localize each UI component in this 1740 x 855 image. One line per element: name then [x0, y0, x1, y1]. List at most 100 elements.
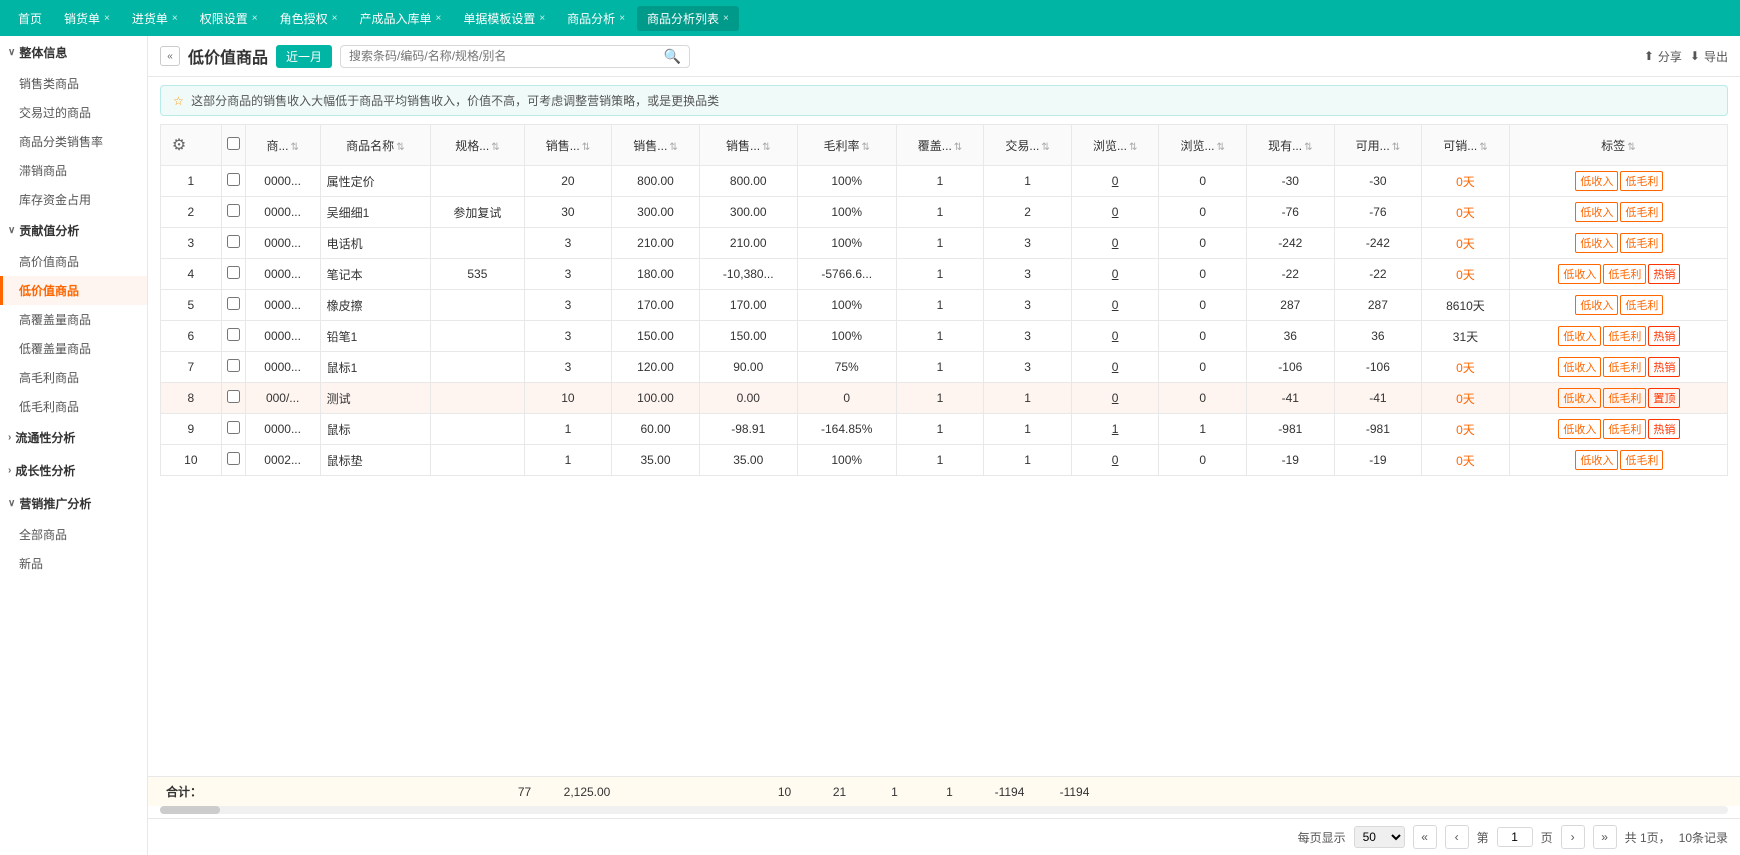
sidebar-group-contribution[interactable]: ∨ 贡献值分析: [0, 214, 147, 247]
sidebar-group-overall[interactable]: ∨ 整体信息: [0, 36, 147, 69]
col-available[interactable]: 可用...⇅: [1334, 125, 1422, 166]
col-spec[interactable]: 规格...⇅: [431, 125, 525, 166]
sidebar-item-slow-moving[interactable]: 滞销商品: [0, 156, 147, 185]
col-sale-price[interactable]: 销售...⇅: [612, 125, 700, 166]
view1-link[interactable]: 0: [1112, 267, 1119, 281]
col-name[interactable]: 商品名称⇅: [320, 125, 431, 166]
tag-badge: 低收入: [1575, 202, 1618, 222]
row-checkbox[interactable]: [227, 204, 240, 217]
nav-close-purchase[interactable]: ×: [172, 13, 178, 24]
row-view1[interactable]: 0: [1071, 445, 1159, 476]
row-checkbox[interactable]: [227, 297, 240, 310]
sidebar-item-low-value[interactable]: 低价值商品: [0, 276, 147, 305]
nav-goods-list[interactable]: 商品分析列表 ×: [637, 6, 739, 31]
search-input[interactable]: [349, 49, 660, 63]
col-view2[interactable]: 浏览...⇅: [1159, 125, 1247, 166]
col-margin[interactable]: 毛利率⇅: [797, 125, 896, 166]
col-current[interactable]: 现有...⇅: [1247, 125, 1335, 166]
nav-close-template[interactable]: ×: [539, 13, 545, 24]
view1-link[interactable]: 0: [1112, 205, 1119, 219]
per-page-select[interactable]: 50 10 20 100: [1354, 826, 1405, 848]
view1-link[interactable]: 0: [1112, 174, 1119, 188]
nav-home[interactable]: 首页: [8, 6, 52, 31]
row-view1[interactable]: 0: [1071, 321, 1159, 352]
nav-purchase[interactable]: 进货单 ×: [122, 6, 188, 31]
nav-goods-analysis[interactable]: 商品分析 ×: [557, 6, 635, 31]
next-page-button[interactable]: ›: [1561, 825, 1585, 849]
nav-close-role[interactable]: ×: [332, 13, 338, 24]
nav-close-product[interactable]: ×: [435, 13, 441, 24]
col-sellable[interactable]: 可销...⇅: [1422, 125, 1510, 166]
nav-close-goods-list[interactable]: ×: [723, 13, 729, 24]
col-sale-qty[interactable]: 销售...⇅: [524, 125, 612, 166]
row-checkbox[interactable]: [227, 173, 240, 186]
sidebar-item-low-margin[interactable]: 低毛利商品: [0, 392, 147, 421]
row-checkbox[interactable]: [227, 235, 240, 248]
nav-product-entry[interactable]: 产成品入库单 ×: [349, 6, 451, 31]
nav-sales[interactable]: 销货单 ×: [54, 6, 120, 31]
nav-close-sales[interactable]: ×: [104, 13, 110, 24]
row-checkbox[interactable]: [227, 390, 240, 403]
row-view1[interactable]: 0: [1071, 228, 1159, 259]
select-all-checkbox[interactable]: [227, 137, 240, 150]
row-checkbox[interactable]: [227, 421, 240, 434]
row-checkbox[interactable]: [227, 359, 240, 372]
view1-link[interactable]: 0: [1112, 298, 1119, 312]
export-button[interactable]: ⬇ 导出: [1690, 48, 1728, 65]
scrollbar-thumb[interactable]: [160, 806, 220, 814]
view1-link[interactable]: 1: [1112, 422, 1119, 436]
view1-link[interactable]: 0: [1112, 329, 1119, 343]
col-coverage[interactable]: 覆盖...⇅: [896, 125, 984, 166]
sidebar-item-inventory-fund[interactable]: 库存资金占用: [0, 185, 147, 214]
sidebar-item-high-margin[interactable]: 高毛利商品: [0, 363, 147, 392]
nav-close-permission[interactable]: ×: [252, 13, 258, 24]
view1-link[interactable]: 0: [1112, 391, 1119, 405]
row-view1[interactable]: 0: [1071, 259, 1159, 290]
row-view1[interactable]: 0: [1071, 290, 1159, 321]
col-sale-amount[interactable]: 销售...⇅: [699, 125, 797, 166]
row-view1[interactable]: 0: [1071, 166, 1159, 197]
share-button[interactable]: ⬆ 分享: [1644, 48, 1682, 65]
sidebar-item-category-rate[interactable]: 商品分类销售率: [0, 127, 147, 156]
row-view1[interactable]: 0: [1071, 383, 1159, 414]
row-checkbox[interactable]: [227, 266, 240, 279]
sidebar-group-growth[interactable]: › 成长性分析: [0, 454, 147, 487]
col-tags[interactable]: 标签⇅: [1509, 125, 1727, 166]
gear-icon[interactable]: ⚙: [165, 131, 193, 159]
page-number-input[interactable]: [1497, 827, 1533, 847]
col-code[interactable]: 商...⇅: [245, 125, 320, 166]
sidebar-item-sales-goods[interactable]: 销售类商品: [0, 69, 147, 98]
row-view1[interactable]: 0: [1071, 197, 1159, 228]
nav-close-goods[interactable]: ×: [619, 13, 625, 24]
sidebar-group-marketing[interactable]: ∨ 营销推广分析: [0, 487, 147, 520]
row-checkbox[interactable]: [227, 452, 240, 465]
row-name: 属性定价: [320, 166, 431, 197]
prev-page-button[interactable]: ‹: [1445, 825, 1469, 849]
sidebar-item-high-value[interactable]: 高价值商品: [0, 247, 147, 276]
view1-link[interactable]: 0: [1112, 236, 1119, 250]
view1-link[interactable]: 0: [1112, 360, 1119, 374]
row-view1[interactable]: 1: [1071, 414, 1159, 445]
search-icon[interactable]: 🔍: [664, 48, 681, 65]
sidebar-group-circulation[interactable]: › 流通性分析: [0, 421, 147, 454]
table-container[interactable]: ⚙ 商...⇅ 商品名称⇅ 规格...⇅ 销售...⇅ 销售...⇅ 销售...…: [148, 124, 1740, 776]
last-page-button[interactable]: »: [1593, 825, 1617, 849]
sidebar-item-all-goods[interactable]: 全部商品: [0, 520, 147, 549]
horizontal-scrollbar[interactable]: [160, 806, 1728, 814]
collapse-sidebar-button[interactable]: «: [160, 46, 180, 66]
sidebar-item-new-goods[interactable]: 新品: [0, 549, 147, 578]
sidebar-item-high-coverage[interactable]: 高覆盖量商品: [0, 305, 147, 334]
first-page-button[interactable]: «: [1413, 825, 1437, 849]
row-checkbox[interactable]: [227, 328, 240, 341]
col-view1[interactable]: 浏览...⇅: [1071, 125, 1159, 166]
sidebar-item-traded[interactable]: 交易过的商品: [0, 98, 147, 127]
col-gear[interactable]: ⚙: [161, 125, 222, 166]
sidebar-item-low-coverage[interactable]: 低覆盖量商品: [0, 334, 147, 363]
nav-template[interactable]: 单据模板设置 ×: [453, 6, 555, 31]
row-view1[interactable]: 0: [1071, 352, 1159, 383]
col-deal[interactable]: 交易...⇅: [984, 125, 1072, 166]
filter-recent-month-button[interactable]: 近一月: [276, 45, 332, 68]
view1-link[interactable]: 0: [1112, 453, 1119, 467]
nav-role[interactable]: 角色授权 ×: [270, 6, 348, 31]
nav-permission[interactable]: 权限设置 ×: [190, 6, 268, 31]
